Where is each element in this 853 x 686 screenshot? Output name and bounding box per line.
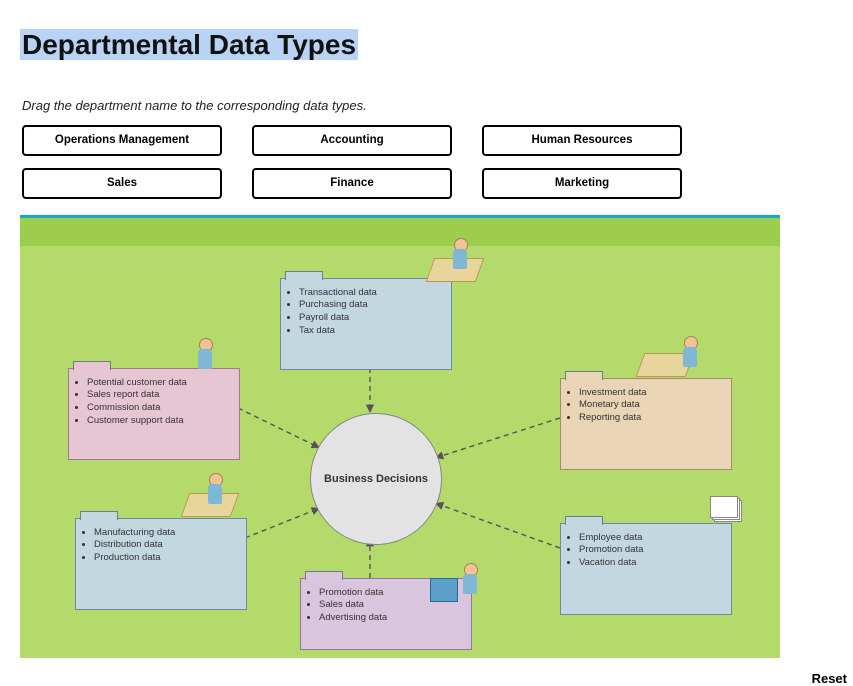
- folder-left-upper[interactable]: Potential customer data Sales report dat…: [68, 368, 240, 460]
- folder-right-upper[interactable]: Investment data Monetary data Reporting …: [560, 378, 732, 470]
- folder-left-upper-list: Potential customer data Sales report dat…: [87, 377, 239, 428]
- chip-finance[interactable]: Finance: [252, 168, 452, 199]
- folder-right-lower[interactable]: Employee data Promotion data Vacation da…: [560, 523, 732, 615]
- folder-top-list: Transactional data Purchasing data Payro…: [299, 287, 451, 338]
- folder-right-upper-list: Investment data Monetary data Reporting …: [579, 387, 731, 425]
- chip-accounting[interactable]: Accounting: [252, 125, 452, 156]
- folder-left-lower[interactable]: Manufacturing data Distribution data Pro…: [75, 518, 247, 610]
- instruction-text: Drag the department name to the correspo…: [22, 98, 833, 113]
- chip-marketing[interactable]: Marketing: [482, 168, 682, 199]
- page-title: Departmental Data Types: [20, 29, 358, 61]
- papers-icon: [710, 496, 740, 520]
- folder-right-lower-list: Employee data Promotion data Vacation da…: [579, 532, 731, 570]
- monitor-icon: [430, 578, 458, 602]
- chip-human-resources[interactable]: Human Resources: [482, 125, 682, 156]
- folder-left-lower-list: Manufacturing data Distribution data Pro…: [94, 527, 246, 565]
- chip-operations-management[interactable]: Operations Management: [22, 125, 222, 156]
- diagram-board: Business Decisions Transactional data Pu…: [20, 218, 780, 658]
- draggable-chip-area: Operations Management Accounting Human R…: [22, 125, 833, 199]
- folder-top[interactable]: Transactional data Purchasing data Payro…: [280, 278, 452, 370]
- center-label: Business Decisions: [324, 473, 428, 485]
- chip-sales[interactable]: Sales: [22, 168, 222, 199]
- center-circle: Business Decisions: [310, 413, 442, 545]
- reset-button[interactable]: Reset: [812, 671, 847, 686]
